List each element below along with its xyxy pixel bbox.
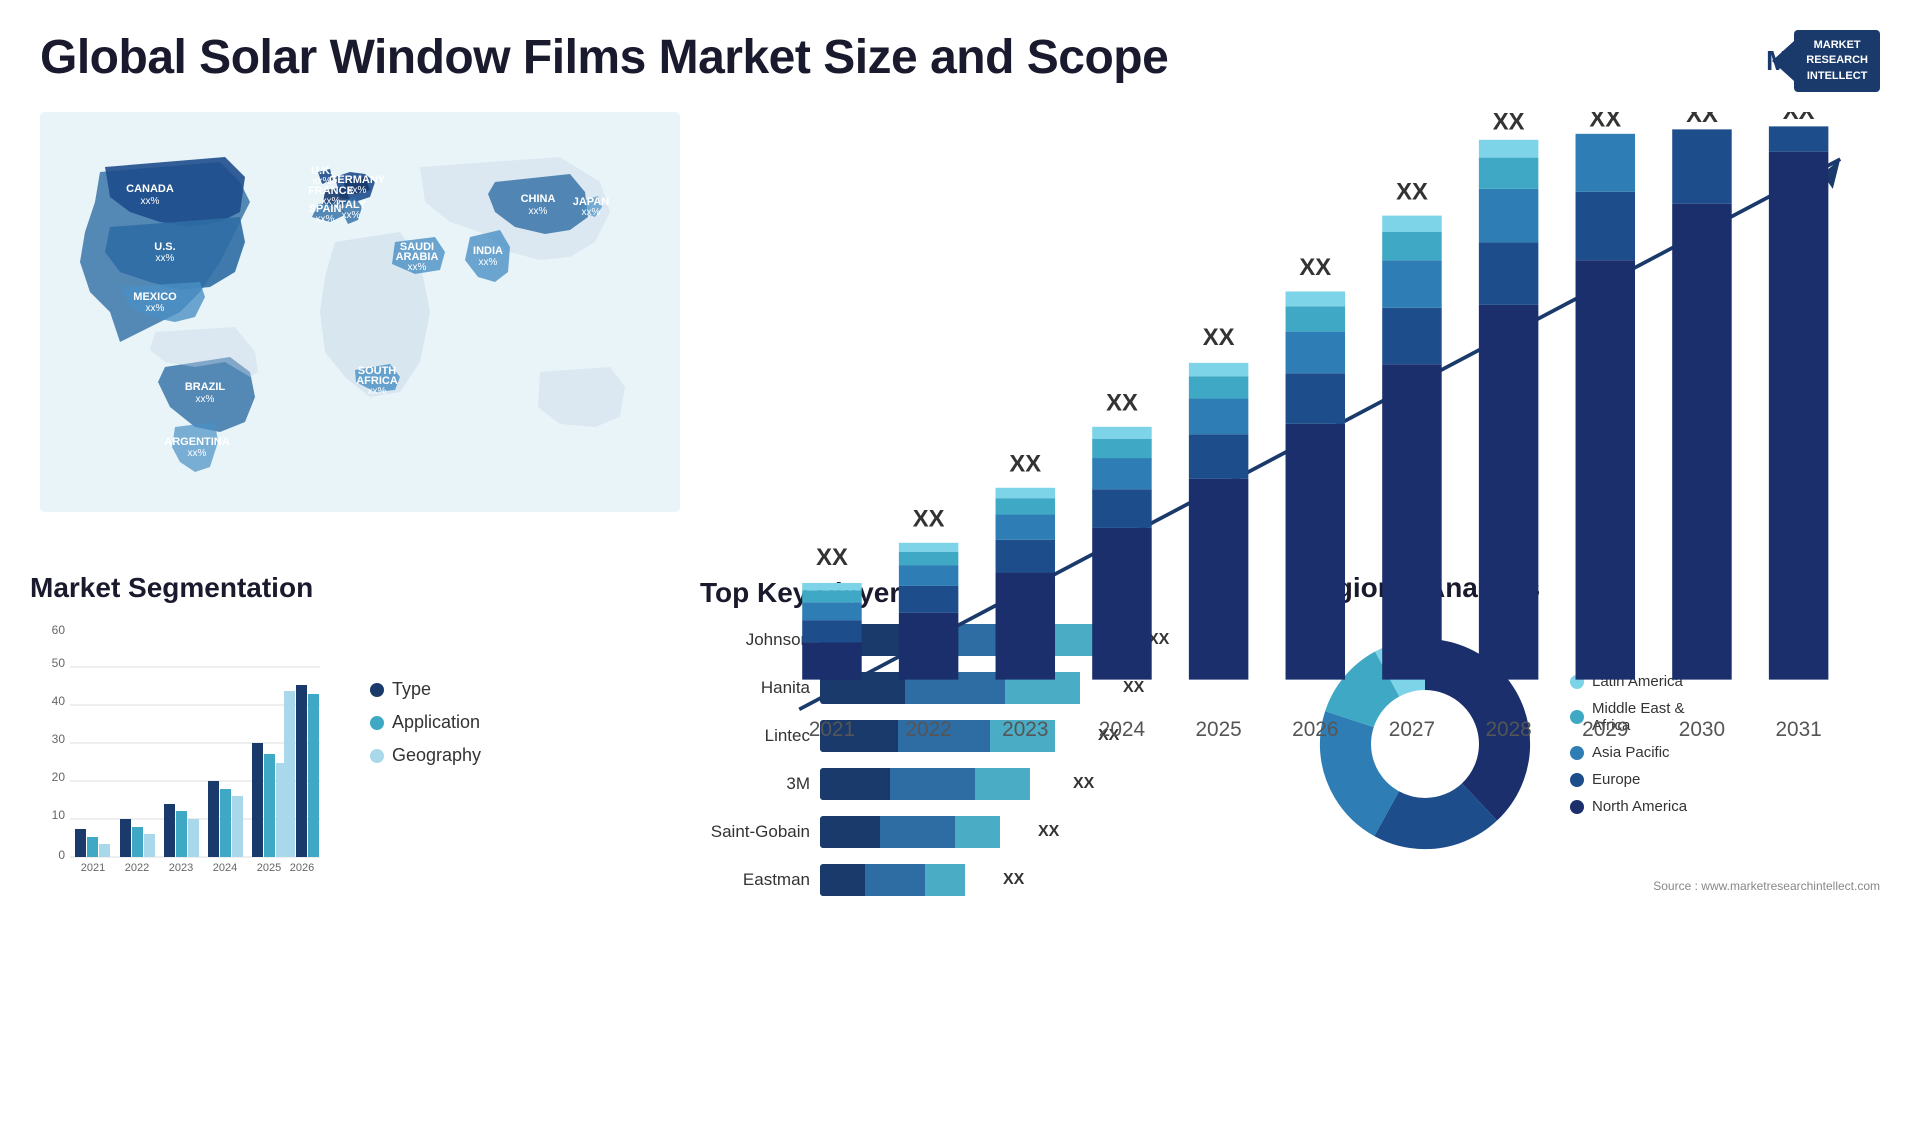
- logo-box: MARKET RESEARCH INTELLECT: [1794, 30, 1880, 92]
- svg-text:XX: XX: [1299, 254, 1331, 281]
- svg-text:xx%: xx%: [188, 448, 207, 459]
- svg-text:2027: 2027: [1389, 718, 1435, 741]
- svg-text:xx%: xx%: [156, 253, 175, 264]
- svg-text:XX: XX: [1009, 451, 1041, 478]
- svg-text:XX: XX: [1396, 178, 1428, 205]
- svg-text:INDIA: INDIA: [473, 245, 503, 257]
- svg-text:ARGENTINA: ARGENTINA: [164, 436, 229, 448]
- svg-text:xx%: xx%: [146, 303, 165, 314]
- page-title: Global Solar Window Films Market Size an…: [40, 30, 1168, 85]
- logo-area: M MARKET RESEARCH INTELLECT: [1766, 30, 1880, 92]
- svg-text:U.S.: U.S.: [154, 241, 175, 253]
- svg-text:XX: XX: [1589, 112, 1621, 132]
- svg-text:xx%: xx%: [582, 207, 601, 218]
- player-name-eastman: Eastman: [700, 870, 810, 890]
- svg-text:2025: 2025: [1195, 718, 1241, 741]
- svg-text:0: 0: [58, 848, 65, 862]
- svg-text:CANADA: CANADA: [126, 183, 174, 195]
- svg-text:MEXICO: MEXICO: [133, 291, 177, 303]
- svg-text:XX: XX: [1203, 324, 1235, 351]
- svg-text:2025: 2025: [257, 862, 281, 874]
- na-dot: [1570, 800, 1584, 814]
- svg-text:2021: 2021: [81, 862, 105, 874]
- player-bar-eastman: XX: [820, 864, 1260, 896]
- svg-text:XX: XX: [816, 544, 848, 571]
- player-row-saintgobain: Saint-Gobain XX: [700, 816, 1260, 848]
- svg-text:xx%: xx%: [529, 206, 548, 217]
- svg-text:xx%: xx%: [348, 185, 367, 196]
- svg-text:XX: XX: [1493, 112, 1525, 135]
- svg-text:2023: 2023: [169, 862, 193, 874]
- reg-legend-na: North America: [1570, 798, 1687, 815]
- svg-text:XX: XX: [1106, 390, 1138, 417]
- bar-chart-svg: XX 2021 XX 2022 XX 2023: [710, 112, 1870, 771]
- svg-text:2030: 2030: [1679, 718, 1725, 741]
- svg-text:xx%: xx%: [368, 386, 387, 397]
- svg-text:xx%: xx%: [141, 196, 160, 207]
- source-text: Source : www.marketresearchintellect.com: [1300, 879, 1880, 893]
- player-name-saintgobain: Saint-Gobain: [700, 822, 810, 842]
- svg-text:2024: 2024: [1099, 718, 1145, 741]
- svg-text:xx%: xx%: [196, 394, 215, 405]
- svg-text:2022: 2022: [905, 718, 951, 741]
- svg-text:xx%: xx%: [342, 210, 361, 221]
- svg-text:2023: 2023: [1002, 718, 1048, 741]
- svg-text:2029: 2029: [1582, 718, 1628, 741]
- world-map-section: CANADA xx% U.S. xx% MEXICO xx% BRAZIL xx…: [30, 102, 690, 781]
- svg-text:2026: 2026: [290, 862, 314, 874]
- svg-text:2024: 2024: [213, 862, 237, 874]
- svg-text:2022: 2022: [125, 862, 149, 874]
- svg-text:2028: 2028: [1485, 718, 1531, 741]
- svg-text:XX: XX: [1783, 112, 1815, 125]
- svg-text:XX: XX: [1686, 112, 1718, 128]
- svg-text:2026: 2026: [1292, 718, 1338, 741]
- svg-text:BRAZIL: BRAZIL: [185, 381, 226, 393]
- svg-text:2031: 2031: [1775, 718, 1821, 741]
- page-header: Global Solar Window Films Market Size an…: [0, 0, 1920, 102]
- svg-text:2021: 2021: [809, 718, 855, 741]
- svg-text:CHINA: CHINA: [521, 193, 556, 205]
- svg-text:xx%: xx%: [408, 262, 427, 273]
- svg-text:xx%: xx%: [479, 257, 498, 268]
- svg-text:xx%: xx%: [316, 214, 335, 225]
- world-map-svg: CANADA xx% U.S. xx% MEXICO xx% BRAZIL xx…: [40, 112, 680, 512]
- svg-text:10: 10: [52, 808, 66, 822]
- player-row-eastman: Eastman XX: [700, 864, 1260, 896]
- bar-chart-section: XX 2021 XX 2022 XX 2023: [690, 102, 1890, 781]
- svg-text:XX: XX: [913, 506, 945, 533]
- player-bar-saintgobain: XX: [820, 816, 1260, 848]
